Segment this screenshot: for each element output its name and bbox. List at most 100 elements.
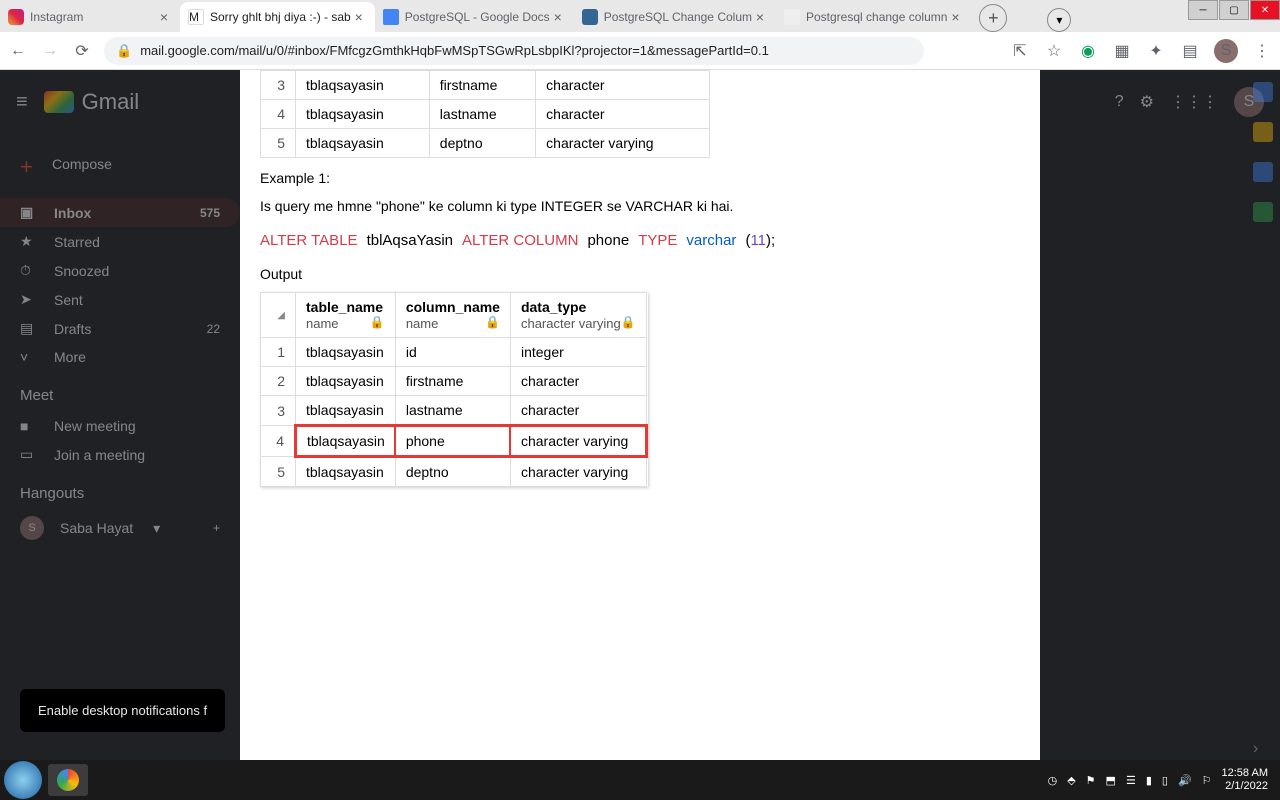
tray-icon[interactable]: ◷: [1048, 774, 1058, 787]
tab-title: Sorry ghlt bhj diya :-) - sab: [210, 10, 351, 24]
lock-icon: 🔒: [370, 315, 385, 329]
tray-icon[interactable]: ☰: [1126, 774, 1136, 787]
menu-button[interactable]: ⋮: [1252, 41, 1272, 61]
extensions-button[interactable]: ✦: [1146, 41, 1166, 61]
back-button[interactable]: ←: [8, 41, 28, 61]
output-table: ◢ table_namename🔒 column_namename🔒 data_…: [260, 292, 648, 487]
url-bar: ← → ⟳ 🔒 mail.google.com/mail/u/0/#inbox/…: [0, 32, 1280, 70]
tasks-icon[interactable]: [1253, 162, 1273, 182]
compose-button[interactable]: + Compose: [0, 142, 240, 186]
taskbar: ◷ ⬘ ⚑ ⬒ ☰ ▮ ▯ 🔊 ⚐ 12:58 AM 2/1/2022: [0, 760, 1280, 800]
extension-icon[interactable]: ◉: [1078, 41, 1098, 61]
sidebar-item-inbox[interactable]: ▣Inbox575: [0, 198, 240, 227]
forward-button[interactable]: →: [40, 41, 60, 61]
tab-strip: Instagram × M Sorry ghlt bhj diya :-) - …: [0, 0, 1071, 32]
profile-avatar[interactable]: S: [1214, 39, 1238, 63]
side-panel: ›: [1246, 70, 1280, 760]
tab-pg2[interactable]: Postgresql change column ×: [776, 2, 971, 32]
table-row: 1tblaqsayasinidinteger: [261, 338, 647, 367]
sidebar-item-sent[interactable]: ➤Sent: [0, 285, 240, 314]
col-header-data-type: data_typecharacter varying🔒: [510, 293, 646, 338]
partial-table: 3tblaqsayasinfirstnamecharacter4tblaqsay…: [260, 70, 710, 158]
install-icon[interactable]: ⇱: [1010, 41, 1030, 61]
attachment-preview: 3tblaqsayasinfirstnamecharacter4tblaqsay…: [240, 70, 1040, 760]
description-text: Is query me hmne "phone" ke column ki ty…: [260, 198, 1020, 214]
system-tray: ◷ ⬘ ⚑ ⬒ ☰ ▮ ▯ 🔊 ⚐ 12:58 AM 2/1/2022: [1048, 767, 1276, 793]
start-button[interactable]: [4, 761, 42, 799]
postgres-icon: [582, 9, 598, 25]
clock[interactable]: 12:58 AM 2/1/2022: [1222, 767, 1268, 793]
help-icon[interactable]: ?: [1115, 93, 1124, 111]
tab-gdocs[interactable]: PostgreSQL - Google Docs ×: [375, 2, 574, 32]
nav-icon: ⏱: [20, 262, 38, 279]
network-icon[interactable]: ▮: [1146, 774, 1152, 787]
address-field[interactable]: 🔒 mail.google.com/mail/u/0/#inbox/FMfcgz…: [104, 37, 924, 65]
gmail-brand: Gmail: [82, 89, 139, 115]
row-handle-header: ◢: [261, 293, 296, 338]
sidebar-item-snoozed[interactable]: ⏱Snoozed: [0, 256, 240, 285]
url-text: mail.google.com/mail/u/0/#inbox/FMfcgzGm…: [140, 43, 769, 58]
add-icon[interactable]: +: [213, 521, 220, 535]
extension-icon[interactable]: ▦: [1112, 41, 1132, 61]
meet-section-title: Meet: [0, 371, 240, 412]
tray-icon[interactable]: ⚑: [1086, 774, 1096, 787]
nav-icon: ★: [20, 233, 38, 250]
maximize-button[interactable]: ▢: [1219, 0, 1249, 20]
gmail-sidebar: + Compose ▣Inbox575★Starred⏱Snoozed➤Sent…: [0, 134, 240, 554]
settings-icon[interactable]: ⚙: [1140, 92, 1154, 112]
chevron-down-icon: ▾: [153, 520, 160, 537]
apps-icon[interactable]: ⋮⋮⋮: [1170, 92, 1218, 112]
table-row: 4tblaqsayasinlastnamecharacter: [261, 100, 710, 129]
sidebar-item-starred[interactable]: ★Starred: [0, 227, 240, 256]
tab-title: Instagram: [30, 10, 156, 24]
site-icon: [784, 9, 800, 25]
close-icon[interactable]: ×: [752, 9, 768, 25]
chrome-profile-icon[interactable]: ▾: [1047, 8, 1071, 32]
close-button[interactable]: ✕: [1250, 0, 1280, 20]
tab-gmail[interactable]: M Sorry ghlt bhj diya :-) - sab ×: [180, 2, 375, 32]
table-row: 2tblaqsayasinfirstnamecharacter: [261, 367, 647, 396]
volume-icon[interactable]: 🔊: [1178, 774, 1192, 787]
sidebar-item-more[interactable]: ˅More: [0, 343, 240, 371]
keep-icon[interactable]: [1253, 122, 1273, 142]
tab-instagram[interactable]: Instagram ×: [0, 2, 180, 32]
table-row: 4tblaqsayasinphonecharacter varying: [261, 426, 647, 457]
close-icon[interactable]: ×: [351, 9, 367, 25]
nav-icon: ▤: [20, 320, 38, 337]
compose-label: Compose: [52, 156, 112, 172]
new-tab-button[interactable]: +: [979, 4, 1007, 32]
gmail-m-icon: [44, 91, 74, 113]
calendar-icon[interactable]: [1253, 82, 1273, 102]
contacts-icon[interactable]: [1253, 202, 1273, 222]
minimize-button[interactable]: ─: [1188, 0, 1218, 20]
notification-toast[interactable]: Enable desktop notifications f: [20, 689, 225, 732]
tab-pg1[interactable]: PostgreSQL Change Colum ×: [574, 2, 776, 32]
hangouts-user[interactable]: S Saba Hayat ▾ +: [0, 510, 240, 546]
gmail-logo[interactable]: Gmail: [44, 89, 139, 115]
reading-list-icon[interactable]: ▤: [1180, 41, 1200, 61]
reload-button[interactable]: ⟳: [72, 41, 92, 61]
new-meeting-button[interactable]: ■New meeting: [0, 412, 240, 440]
nav-icon: ˅: [20, 349, 38, 365]
close-icon[interactable]: ×: [156, 9, 172, 25]
close-icon[interactable]: ×: [550, 9, 566, 25]
table-row: 3tblaqsayasinlastnamecharacter: [261, 396, 647, 426]
lock-icon: 🔒: [621, 315, 636, 329]
chrome-task-icon[interactable]: [48, 764, 88, 796]
action-center-icon[interactable]: ⚐: [1202, 774, 1212, 787]
battery-icon[interactable]: ▯: [1162, 774, 1168, 787]
tray-icon[interactable]: ⬒: [1106, 774, 1116, 787]
gmail-icon: M: [188, 9, 204, 25]
keyboard-icon: ▭: [20, 446, 38, 463]
menu-icon[interactable]: ≡: [16, 91, 28, 114]
tray-icon[interactable]: ⬘: [1067, 774, 1075, 787]
join-meeting-button[interactable]: ▭Join a meeting: [0, 440, 240, 469]
sidebar-item-drafts[interactable]: ▤Drafts22: [0, 314, 240, 343]
nav-icon: ➤: [20, 291, 38, 308]
sql-code: ALTER TABLE tblAqsaYasin ALTER COLUMN ph…: [260, 226, 1020, 256]
expand-icon[interactable]: ›: [1253, 740, 1273, 760]
hangouts-section-title: Hangouts: [0, 469, 240, 510]
bookmark-icon[interactable]: ☆: [1044, 41, 1064, 61]
close-icon[interactable]: ×: [947, 9, 963, 25]
browser-titlebar: Instagram × M Sorry ghlt bhj diya :-) - …: [0, 0, 1280, 32]
